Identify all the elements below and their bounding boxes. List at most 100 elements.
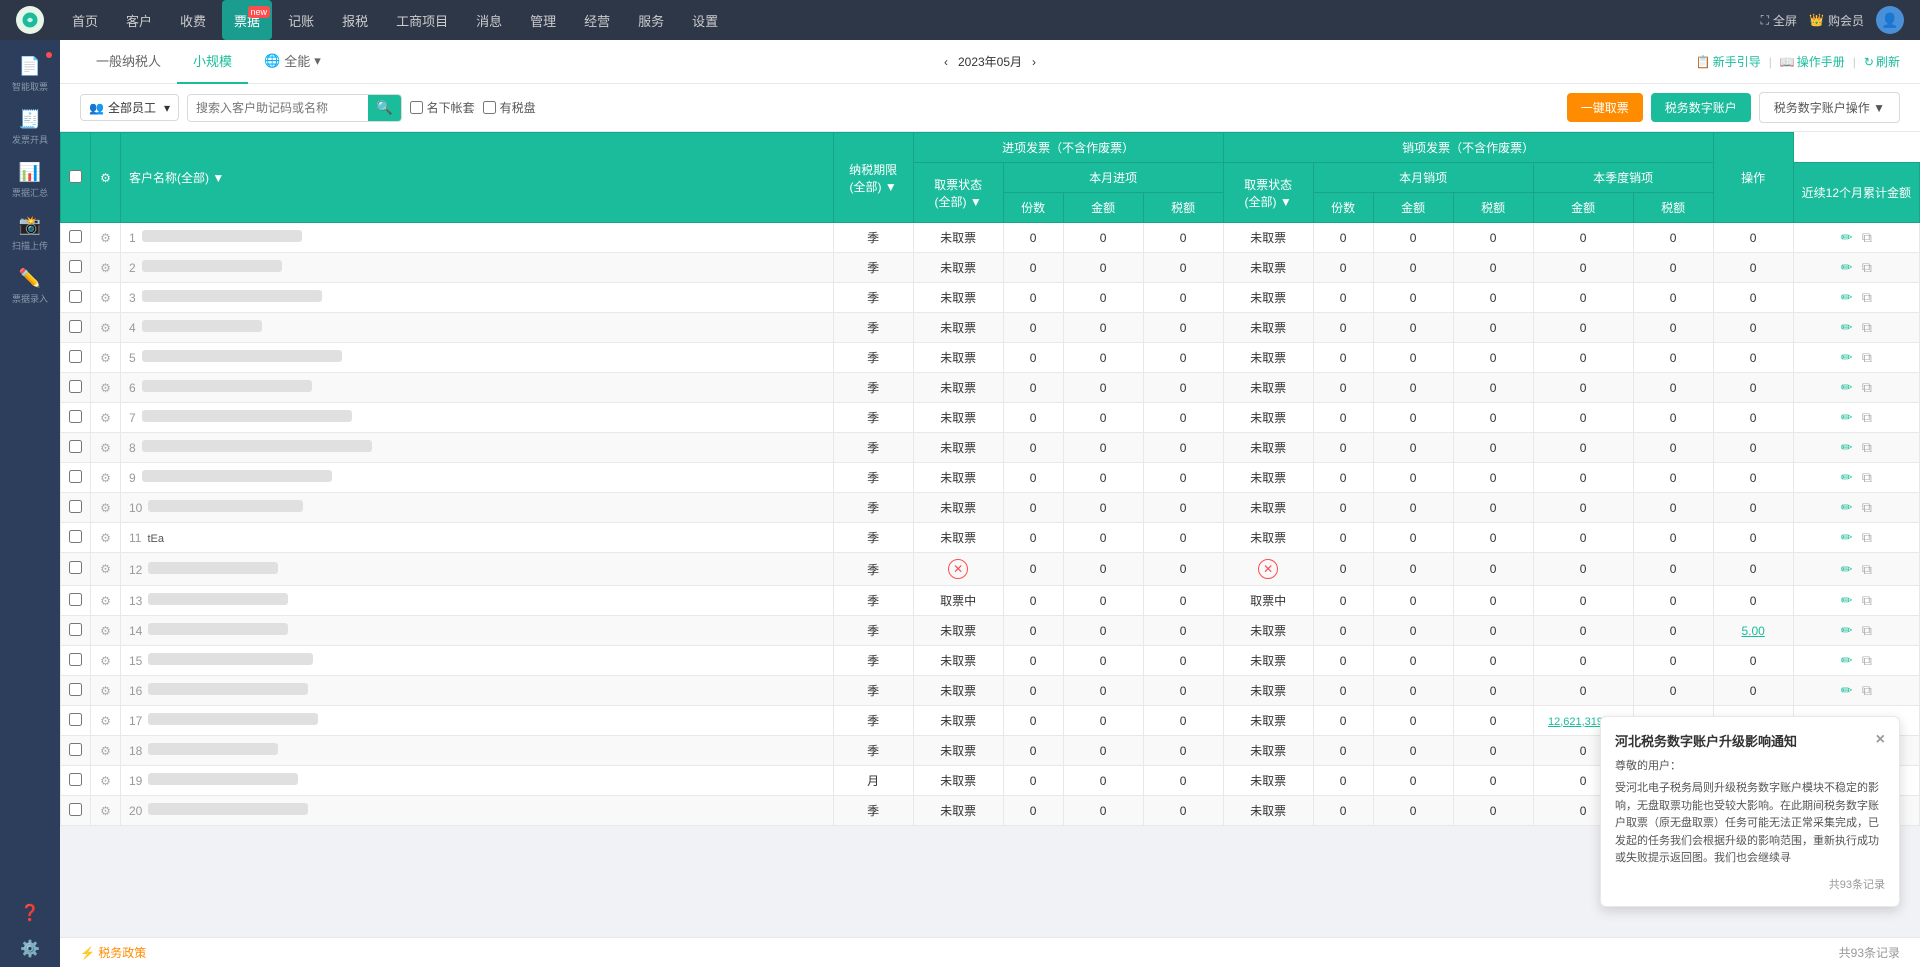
row-checkbox[interactable] — [69, 773, 82, 786]
row-settings-icon[interactable]: ⚙ — [100, 744, 111, 758]
row-settings-icon[interactable]: ⚙ — [100, 231, 111, 245]
row-checkbox[interactable] — [69, 350, 82, 363]
row-settings-icon[interactable]: ⚙ — [100, 654, 111, 668]
row-checkbox[interactable] — [69, 530, 82, 543]
one-click-btn[interactable]: 一键取票 — [1567, 93, 1643, 122]
row-settings-icon[interactable]: ⚙ — [100, 321, 111, 335]
row-checkbox[interactable] — [69, 440, 82, 453]
sidebar-item-invoice-summary[interactable]: 📊 票据汇总 — [0, 154, 60, 207]
nav-customer[interactable]: 客户 — [114, 0, 164, 40]
copy-btn[interactable]: ⧉ — [1862, 349, 1872, 365]
edit-btn[interactable]: ✏ — [1841, 379, 1853, 395]
tab-general[interactable]: 一般纳税人 — [80, 40, 177, 84]
row-settings-icon[interactable]: ⚙ — [100, 411, 111, 425]
row-checkbox[interactable] — [69, 593, 82, 606]
sidebar-item-invoice-open[interactable]: 🧾 发票开具 — [0, 101, 60, 154]
nav-settings[interactable]: 设置 — [680, 0, 730, 40]
sidebar-item-settings[interactable]: ⚙️ — [16, 931, 44, 967]
copy-btn[interactable]: ⧉ — [1862, 469, 1872, 485]
nav-manage[interactable]: 管理 — [518, 0, 568, 40]
row-settings-icon[interactable]: ⚙ — [100, 624, 111, 638]
copy-btn[interactable]: ⧉ — [1862, 622, 1872, 638]
copy-btn[interactable]: ⧉ — [1862, 229, 1872, 245]
row-checkbox[interactable] — [69, 803, 82, 816]
notification-close-btn[interactable]: × — [1876, 731, 1885, 750]
copy-btn[interactable]: ⧉ — [1862, 561, 1872, 577]
has-tax-checkbox-label[interactable]: 有税盘 — [483, 99, 536, 116]
row-checkbox[interactable] — [69, 623, 82, 636]
digital-account-btn[interactable]: 税务数字账户 — [1651, 93, 1751, 122]
row-settings-icon[interactable]: ⚙ — [100, 594, 111, 608]
edit-btn[interactable]: ✏ — [1841, 289, 1853, 305]
nav-operation[interactable]: 经营 — [572, 0, 622, 40]
edit-btn[interactable]: ✏ — [1841, 652, 1853, 668]
new-guide-btn[interactable]: 📋 新手引导 — [1696, 53, 1761, 70]
row-checkbox[interactable] — [69, 683, 82, 696]
copy-btn[interactable]: ⧉ — [1862, 652, 1872, 668]
fullscreen-btn[interactable]: ⛶ 全屏 — [1761, 12, 1797, 29]
prev-month-btn[interactable]: ‹ — [944, 55, 948, 69]
row-checkbox[interactable] — [69, 743, 82, 756]
row-checkbox[interactable] — [69, 290, 82, 303]
row-checkbox[interactable] — [69, 260, 82, 273]
copy-btn[interactable]: ⧉ — [1862, 319, 1872, 335]
copy-btn[interactable]: ⧉ — [1862, 289, 1872, 305]
sidebar-item-scan-upload[interactable]: 📸 扫描上传 — [0, 207, 60, 260]
row-checkbox[interactable] — [69, 470, 82, 483]
copy-btn[interactable]: ⧉ — [1862, 259, 1872, 275]
edit-btn[interactable]: ✏ — [1841, 259, 1853, 275]
copy-btn[interactable]: ⧉ — [1862, 499, 1872, 515]
row-checkbox[interactable] — [69, 230, 82, 243]
under-account-checkbox[interactable] — [410, 101, 423, 114]
staff-select[interactable]: 👥 全部员工 ▾ — [80, 94, 179, 121]
row-checkbox[interactable] — [69, 713, 82, 726]
row-settings-icon[interactable]: ⚙ — [100, 804, 111, 818]
row-settings-icon[interactable]: ⚙ — [100, 261, 111, 275]
nav-invoice[interactable]: 票据 new — [222, 0, 272, 40]
edit-btn[interactable]: ✏ — [1841, 409, 1853, 425]
sidebar-item-smart-invoice[interactable]: 📄 智能取票 — [0, 48, 60, 101]
member-btn[interactable]: 👑 购会员 — [1809, 12, 1864, 29]
row-settings-icon[interactable]: ⚙ — [100, 562, 111, 576]
edit-btn[interactable]: ✏ — [1841, 682, 1853, 698]
copy-btn[interactable]: ⧉ — [1862, 439, 1872, 455]
col-tax-period[interactable]: 纳税期限(全部) ▼ — [833, 133, 913, 223]
nav-bizproject[interactable]: 工商项目 — [384, 0, 460, 40]
row-settings-icon[interactable]: ⚙ — [100, 531, 111, 545]
edit-btn[interactable]: ✏ — [1841, 349, 1853, 365]
edit-btn[interactable]: ✏ — [1841, 439, 1853, 455]
nav-income[interactable]: 收费 — [168, 0, 218, 40]
sidebar-item-help[interactable]: ❓ — [16, 895, 44, 931]
row-settings-icon[interactable]: ⚙ — [100, 684, 111, 698]
row-checkbox[interactable] — [69, 561, 82, 574]
copy-btn[interactable]: ⧉ — [1862, 409, 1872, 425]
user-avatar[interactable]: 👤 — [1876, 6, 1904, 34]
row-settings-icon[interactable]: ⚙ — [100, 291, 111, 305]
copy-btn[interactable]: ⧉ — [1862, 379, 1872, 395]
edit-btn[interactable]: ✏ — [1841, 561, 1853, 577]
row-settings-icon[interactable]: ⚙ — [100, 441, 111, 455]
row-checkbox[interactable] — [69, 320, 82, 333]
sidebar-item-invoice-entry[interactable]: ✏️ 票据录入 — [0, 260, 60, 313]
has-tax-checkbox[interactable] — [483, 101, 496, 114]
tax-policy-link[interactable]: ⚡ 税务政策 — [80, 944, 146, 961]
acc-12m-special[interactable]: 5.00 — [1741, 624, 1764, 638]
search-button[interactable]: 🔍 — [368, 95, 401, 121]
row-settings-icon[interactable]: ⚙ — [100, 471, 111, 485]
row-checkbox[interactable] — [69, 500, 82, 513]
search-input[interactable] — [188, 97, 368, 119]
tab-small[interactable]: 小规模 — [177, 40, 248, 84]
col-sales-status[interactable]: 取票状态(全部) ▼ — [1223, 163, 1313, 223]
nav-service[interactable]: 服务 — [626, 0, 676, 40]
row-settings-icon[interactable]: ⚙ — [100, 501, 111, 515]
edit-btn[interactable]: ✏ — [1841, 592, 1853, 608]
col-customer-name[interactable]: 客户名称(全部) ▼ — [121, 133, 834, 223]
under-account-checkbox-label[interactable]: 名下帐套 — [410, 99, 475, 116]
row-checkbox[interactable] — [69, 653, 82, 666]
next-month-btn[interactable]: › — [1032, 55, 1036, 69]
col-income-status[interactable]: 取票状态(全部) ▼ — [913, 163, 1003, 223]
edit-btn[interactable]: ✏ — [1841, 469, 1853, 485]
copy-btn[interactable]: ⧉ — [1862, 682, 1872, 698]
edit-btn[interactable]: ✏ — [1841, 499, 1853, 515]
row-settings-icon[interactable]: ⚙ — [100, 351, 111, 365]
